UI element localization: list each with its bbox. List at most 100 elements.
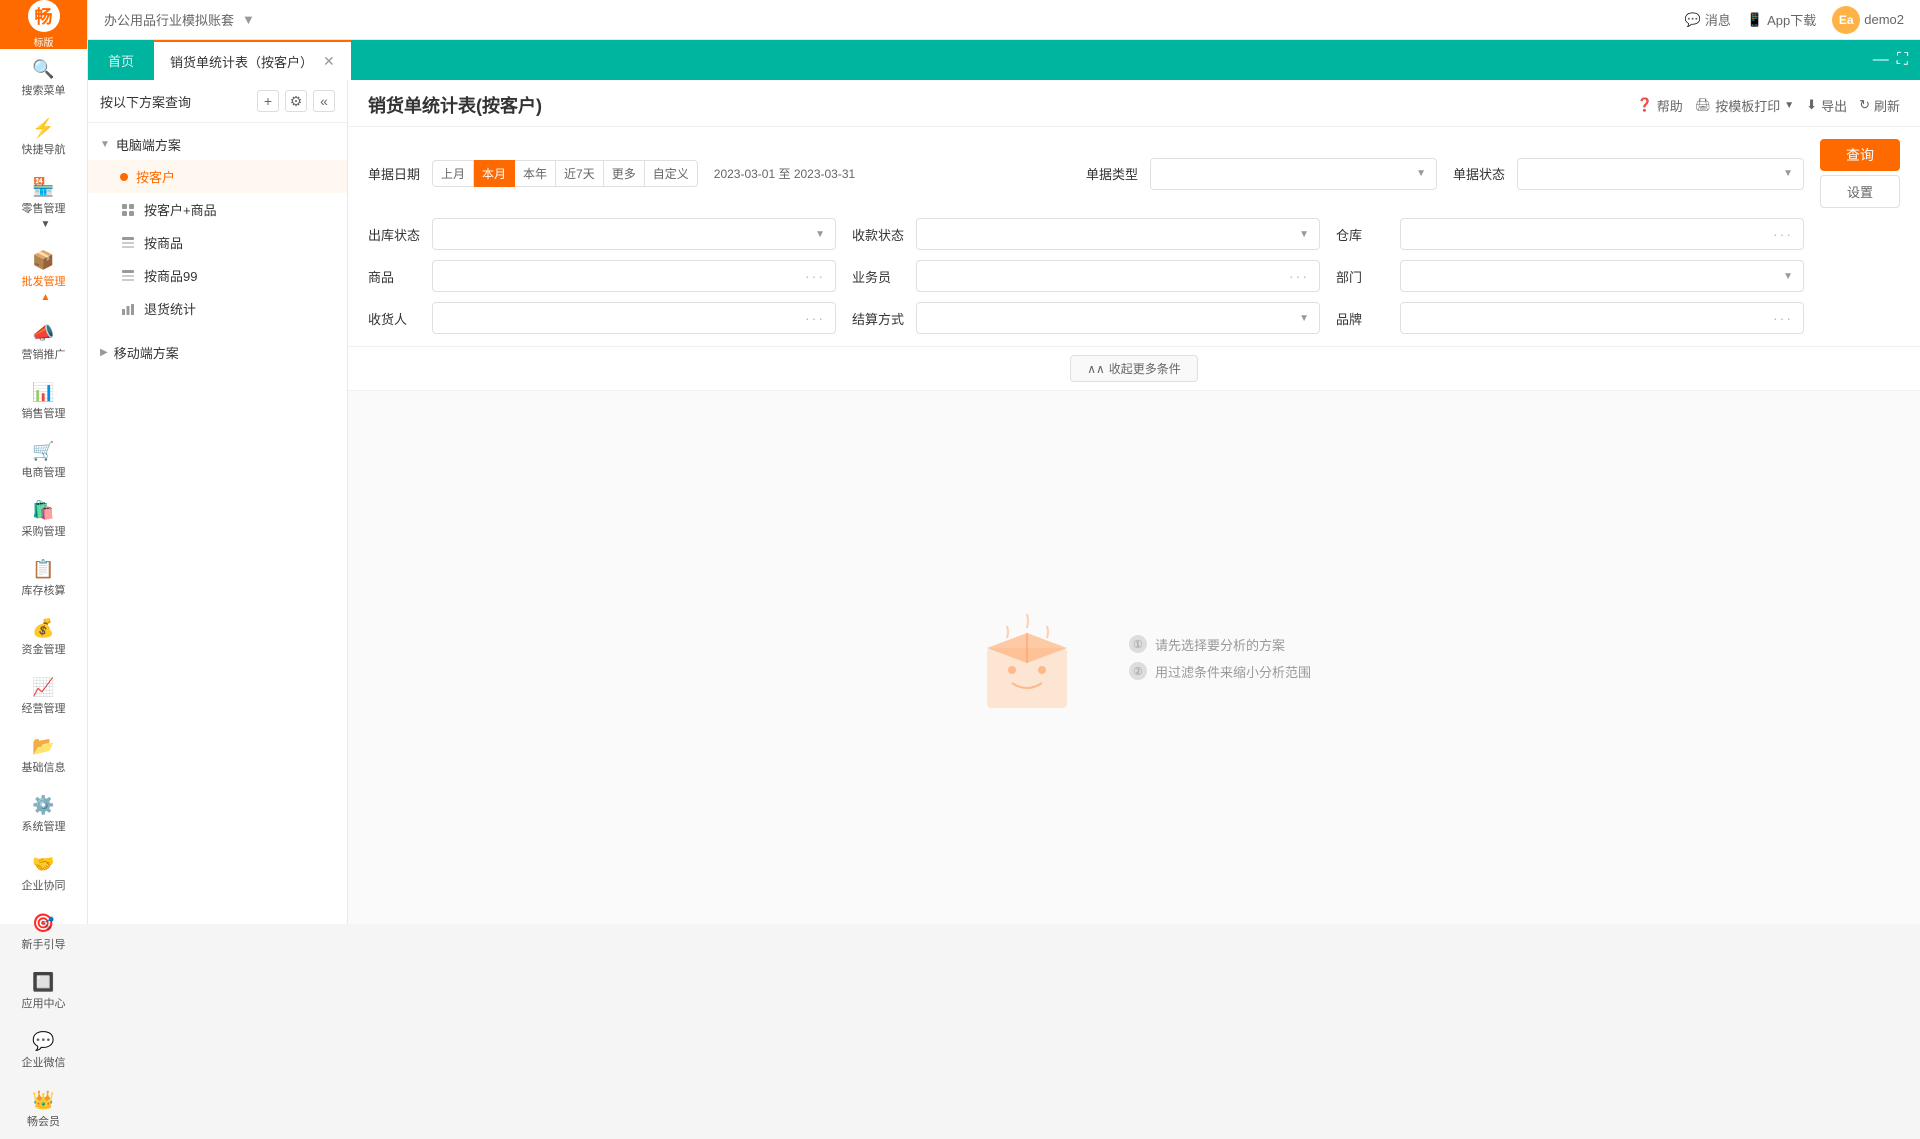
filter-row-1: 单据日期 上月 本月 本年 近7天 更多 自定义 2023-03-01 至 20…	[368, 139, 1900, 208]
nav-item-system[interactable]: ⚙️ 系统管理	[0, 785, 87, 844]
tab-bar: 首页 销货单统计表（按客户） ✕ — ⛶	[88, 40, 1920, 80]
tab-sales-stat[interactable]: 销货单统计表（按客户） ✕	[154, 40, 351, 80]
date-tab-custom[interactable]: 自定义	[645, 160, 698, 187]
print-icon: 🖨	[1695, 97, 1712, 113]
filter-brand: 品牌 ···	[1336, 302, 1804, 334]
scheme-item-by-customer-goods[interactable]: 按客户+商品	[88, 193, 347, 226]
filter-bill-status: 单据状态 ▼	[1453, 158, 1804, 190]
date-tab-7days[interactable]: 近7天	[556, 160, 604, 187]
filter-row-2: 出库状态 ▼ 收款状态 ▼ 仓库	[368, 218, 1900, 250]
pay-status-select[interactable]: ▼	[916, 218, 1320, 250]
scheme-panel-header: 按以下方案查询 + ⚙ «	[88, 80, 347, 123]
print-button[interactable]: 🖨 按模板打印 ▼	[1695, 96, 1794, 115]
scheme-item-by-customer[interactable]: 按客户	[88, 160, 347, 193]
chevron-down-icon: ▼	[1299, 313, 1309, 324]
chevron-right-icon: ▶	[100, 347, 108, 358]
receiver-select[interactable]: ···	[432, 302, 836, 334]
stock-status-select[interactable]: ▼	[432, 218, 836, 250]
nav-item-basic[interactable]: 📂 基础信息	[0, 726, 87, 785]
scheme-group-mobile-title[interactable]: ▶ 移动端方案	[88, 337, 347, 368]
filter-date: 单据日期 上月 本月 本年 近7天 更多 自定义 2023-03-01 至 20…	[368, 160, 1070, 187]
top-header: 办公用品行业模拟账套 ▼ 💬 消息 📱 App下载 Ea demo2	[88, 0, 1920, 40]
bar-chart-icon	[120, 301, 136, 317]
nav-item-finance[interactable]: 💰 资金管理	[0, 608, 87, 667]
search-icon: 🔍	[0, 59, 87, 80]
dept-label: 部门	[1336, 267, 1392, 286]
nav-item-operation[interactable]: 📈 经营管理	[0, 667, 87, 726]
date-tab-more[interactable]: 更多	[604, 160, 645, 187]
date-tab-this-month[interactable]: 本月	[474, 160, 515, 187]
export-button[interactable]: ⬇ 导出	[1806, 96, 1847, 115]
content-area: 按以下方案查询 + ⚙ « ▼ 电脑端方案 按客户	[88, 80, 1920, 924]
speaker-icon: 📣	[0, 323, 87, 344]
tab-minimize-icon[interactable]: —	[1873, 51, 1889, 69]
scheme-add-button[interactable]: +	[257, 90, 279, 112]
salesperson-select[interactable]: ···	[916, 260, 1320, 292]
user-menu-button[interactable]: Ea demo2	[1832, 6, 1904, 34]
tip-number-2: ②	[1129, 662, 1147, 680]
nav-item-quick[interactable]: ⚡ 快捷导航	[0, 108, 87, 167]
lightning-icon: ⚡	[0, 118, 87, 139]
nav-item-ecommerce[interactable]: 🛒 电商管理	[0, 431, 87, 490]
nav-item-inventory[interactable]: 📋 库存核算	[0, 549, 87, 608]
handshake-icon: 🤝	[0, 854, 87, 875]
filter-salesperson: 业务员 ···	[852, 260, 1320, 292]
nav-item-member[interactable]: 👑 畅会员	[0, 1080, 87, 1139]
grid-icon	[120, 202, 136, 218]
bill-status-select[interactable]: ▼	[1517, 158, 1804, 190]
date-filter-label: 单据日期	[368, 164, 424, 183]
scheme-group-pc-title[interactable]: ▼ 电脑端方案	[88, 129, 347, 160]
help-button[interactable]: ❓ 帮助	[1637, 96, 1683, 115]
app-download-button[interactable]: 📱 App下载	[1747, 10, 1816, 29]
nav-item-guide[interactable]: 🎯 新手引导	[0, 903, 87, 962]
scheme-panel: 按以下方案查询 + ⚙ « ▼ 电脑端方案 按客户	[88, 80, 348, 924]
print-dropdown-icon: ▼	[1784, 100, 1794, 111]
settings-button[interactable]: 设置	[1820, 175, 1900, 208]
nav-item-retail[interactable]: 🏪 零售管理 ▼	[0, 167, 87, 240]
chevron-down-icon: ▼	[815, 229, 825, 240]
bill-type-select[interactable]: ▼	[1150, 158, 1437, 190]
tab-spacer	[351, 40, 1861, 80]
download-icon: 📱	[1747, 12, 1763, 28]
shop-icon: 🏪	[0, 177, 87, 198]
salesperson-label: 业务员	[852, 267, 908, 286]
tab-home[interactable]: 首页	[88, 40, 154, 80]
nav-item-wechat[interactable]: 💬 企业微信	[0, 1021, 87, 1080]
scheme-item-by-goods[interactable]: 按商品	[88, 226, 347, 259]
filter-warehouse: 仓库 ···	[1336, 218, 1804, 250]
nav-item-wholesale[interactable]: 📦 批发管理 ▲	[0, 240, 87, 313]
brand-select[interactable]: ···	[1400, 302, 1804, 334]
query-button[interactable]: 查询	[1820, 139, 1900, 171]
empty-tip-1: ① 请先选择要分析的方案	[1129, 635, 1311, 654]
nav-item-purchase[interactable]: 🛍️ 采购管理	[0, 490, 87, 549]
breadcrumb-dropdown-icon[interactable]: ▼	[242, 12, 255, 27]
refresh-button[interactable]: ↻ 刷新	[1859, 96, 1900, 115]
box-icon: 📦	[0, 250, 87, 271]
scheme-settings-button[interactable]: ⚙	[285, 90, 307, 112]
nav-item-appcenter[interactable]: 🔲 应用中心	[0, 962, 87, 1021]
scheme-item-by-goods99[interactable]: 按商品99	[88, 259, 347, 292]
scheme-group-pc: ▼ 电脑端方案 按客户 按	[88, 123, 347, 331]
message-button[interactable]: 💬 消息	[1685, 10, 1731, 29]
chevron-down-icon: ▼	[1416, 168, 1426, 179]
goods-select[interactable]: ···	[432, 260, 836, 292]
scheme-item-return-stat[interactable]: 退货统计	[88, 292, 347, 325]
date-tab-this-year[interactable]: 本年	[515, 160, 556, 187]
date-tab-last-month[interactable]: 上月	[432, 160, 474, 187]
trend-icon: 📈	[0, 677, 87, 698]
tab-maximize-icon[interactable]: ⛶	[1897, 51, 1908, 69]
empty-illustration	[957, 588, 1097, 728]
collapse-button[interactable]: ∧∧ 收起更多条件	[1070, 355, 1198, 382]
scheme-collapse-button[interactable]: «	[313, 90, 335, 112]
chevron-down-icon: ▼	[100, 139, 110, 150]
nav-item-sales[interactable]: 📊 销售管理	[0, 372, 87, 431]
dept-select[interactable]: ▼	[1400, 260, 1804, 292]
nav-item-marketing[interactable]: 📣 营销推广	[0, 313, 87, 372]
nav-item-enterprise[interactable]: 🤝 企业协同	[0, 844, 87, 903]
scheme-group-mobile: ▶ 移动端方案	[88, 331, 347, 374]
payment-select[interactable]: ▼	[916, 302, 1320, 334]
chevron-down-icon: ▼	[1299, 229, 1309, 240]
nav-item-search[interactable]: 🔍 搜索菜单	[0, 49, 87, 108]
warehouse-select[interactable]: ···	[1400, 218, 1804, 250]
tab-close-icon[interactable]: ✕	[323, 53, 335, 70]
